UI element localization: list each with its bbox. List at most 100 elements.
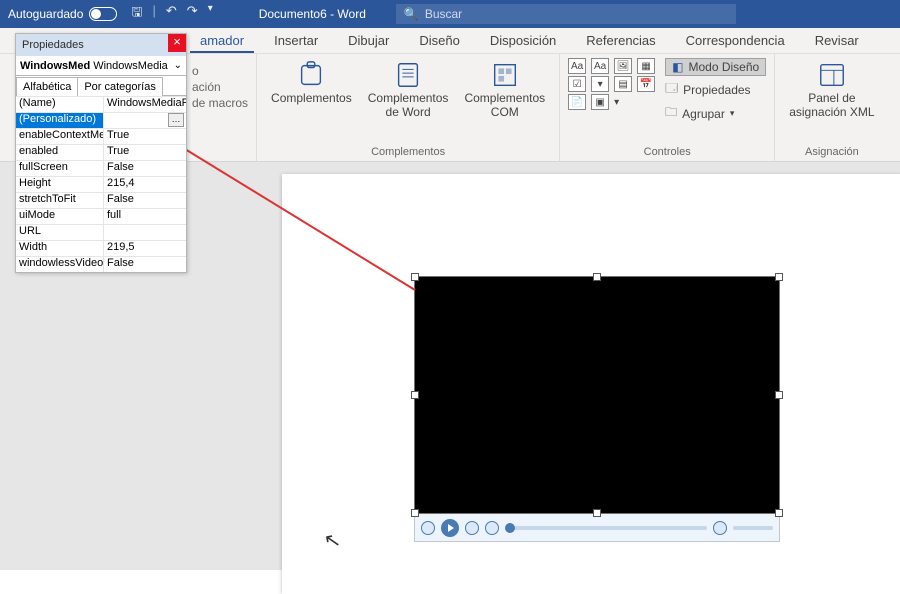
property-name: stretchToFit (16, 193, 104, 208)
redo-icon[interactable]: ↷ (187, 3, 198, 25)
control-richtext-icon[interactable]: Aa (591, 58, 609, 74)
property-value[interactable]: False (104, 193, 186, 208)
media-seek-slider[interactable] (505, 526, 707, 530)
property-value[interactable]: full (104, 209, 186, 224)
undo-icon[interactable]: ↶ (166, 3, 177, 25)
quick-access-toolbar: 🖫 | ↶ ↷ ▾ (125, 3, 218, 25)
search-box[interactable]: 🔍 Buscar (396, 4, 736, 24)
property-row[interactable]: uiModefull (16, 208, 186, 224)
property-name: windowlessVideo (16, 257, 104, 272)
resize-handle[interactable] (775, 391, 783, 399)
control-dropdown-icon[interactable]: ▤ (614, 76, 632, 92)
property-value[interactable]: True (104, 129, 186, 144)
tab-disposicion[interactable]: Disposición (480, 29, 566, 53)
complementos-button[interactable]: Complementos (265, 58, 358, 122)
media-prev-icon[interactable] (421, 521, 435, 535)
property-value[interactable]: True (104, 145, 186, 160)
media-next-icon[interactable] (485, 521, 499, 535)
tab-correspondencia[interactable]: Correspondencia (676, 29, 795, 53)
modo-diseno-button[interactable]: ◧ Modo Diseño (665, 58, 766, 76)
property-row[interactable]: Height215,4 (16, 176, 186, 192)
property-value[interactable] (104, 225, 186, 240)
property-row[interactable]: Width219,5 (16, 240, 186, 256)
document-page[interactable] (282, 174, 900, 594)
agrupar-button[interactable]: 🗀 Agrupar ▾ (665, 103, 766, 124)
property-value[interactable]: 215,4 (104, 177, 186, 192)
tab-por-categorias[interactable]: Por categorías (78, 77, 163, 96)
media-video-area[interactable] (414, 276, 780, 514)
property-name: uiMode (16, 209, 104, 224)
property-row[interactable]: fullScreenFalse (16, 160, 186, 176)
autosave-toggle[interactable] (89, 7, 117, 21)
property-value[interactable]: False (104, 257, 186, 272)
group-label: Complementos (371, 146, 445, 161)
partial-text: de macros (192, 96, 248, 110)
document-title: Documento6 - Word (259, 7, 366, 21)
property-name: enableContextMe (16, 129, 104, 144)
ribbon-group-complementos: Complementos Complementos de Word Comple… (257, 54, 560, 161)
tab-dibujar[interactable]: Dibujar (338, 29, 399, 53)
ribbon-group-partial-left: o ación de macros (190, 54, 257, 161)
property-row[interactable]: (Name)WindowsMediaP (16, 96, 186, 112)
group-label: Asignación (805, 146, 859, 161)
media-mute-icon[interactable] (713, 521, 727, 535)
property-value[interactable]: WindowsMediaP (104, 97, 186, 112)
windows-media-player-object[interactable] (414, 276, 780, 544)
complementos-word-button[interactable]: Complementos de Word (362, 58, 455, 122)
save-icon[interactable]: 🖫 (131, 3, 142, 25)
property-name: (Personalizado) (16, 113, 104, 128)
complementos-com-button[interactable]: Complementos COM (458, 58, 551, 122)
property-row[interactable]: stretchToFitFalse (16, 192, 186, 208)
propiedades-button[interactable]: 🗔 Propiedades (665, 79, 766, 100)
tab-insertar[interactable]: Insertar (264, 29, 328, 53)
property-row[interactable]: (Personalizado) … (16, 112, 186, 128)
resize-handle[interactable] (411, 391, 419, 399)
property-row[interactable]: windowlessVideoFalse (16, 256, 186, 272)
property-name: enabled (16, 145, 104, 160)
tab-alfabetica[interactable]: Alfabética (16, 77, 78, 96)
search-placeholder: Buscar (425, 7, 462, 21)
media-stop-icon[interactable] (465, 521, 479, 535)
media-player-controls (414, 514, 780, 542)
media-volume-slider[interactable] (733, 526, 773, 530)
resize-handle[interactable] (593, 273, 601, 281)
property-row[interactable]: URL (16, 224, 186, 240)
tab-diseno[interactable]: Diseño (409, 29, 469, 53)
chevron-down-icon: ⌄ (174, 60, 182, 71)
property-row[interactable]: enableContextMeTrue (16, 128, 186, 144)
object-selector[interactable]: WindowsMed WindowsMedia ⌄ (16, 56, 186, 76)
control-buildingblock-icon[interactable]: ▦ (637, 58, 655, 74)
resize-handle[interactable] (775, 509, 783, 517)
control-date-icon[interactable]: 📅 (637, 76, 655, 92)
control-text-icon[interactable]: Aa (568, 58, 586, 74)
resize-handle[interactable] (775, 273, 783, 281)
control-checkbox-icon[interactable]: ☑ (568, 76, 586, 92)
media-play-icon[interactable] (441, 519, 459, 537)
tab-revisar[interactable]: Revisar (805, 29, 869, 53)
properties-tabs: Alfabética Por categorías (16, 76, 186, 96)
property-row[interactable]: enabledTrue (16, 144, 186, 160)
group-label: Controles (644, 146, 691, 161)
property-name: Height (16, 177, 104, 192)
resize-handle[interactable] (593, 509, 601, 517)
partial-text: ación (192, 80, 221, 94)
ellipsis-button[interactable]: … (168, 113, 184, 127)
property-value[interactable]: 219,5 (104, 241, 186, 256)
panel-asignacion-xml-button[interactable]: Panel de asignación XML (783, 58, 880, 122)
property-value[interactable]: False (104, 161, 186, 176)
property-name: fullScreen (16, 161, 104, 176)
properties-titlebar[interactable]: Propiedades × (16, 34, 186, 56)
qat-more-icon[interactable]: ▾ (208, 3, 213, 25)
control-more-icon[interactable]: ▾ (614, 97, 619, 108)
close-icon[interactable]: × (168, 34, 186, 52)
property-value[interactable]: … (104, 113, 186, 128)
resize-handle[interactable] (411, 509, 419, 517)
tab-referencias[interactable]: Referencias (576, 29, 665, 53)
property-name: (Name) (16, 97, 104, 112)
resize-handle[interactable] (411, 273, 419, 281)
control-picture-icon[interactable]: 🖼 (614, 58, 632, 74)
control-combobox-icon[interactable]: ▾ (591, 76, 609, 92)
control-repeating-icon[interactable]: ▣ (591, 94, 609, 110)
tab-programador-partial[interactable]: amador (190, 29, 254, 53)
control-legacy-icon[interactable]: 📄 (568, 94, 586, 110)
